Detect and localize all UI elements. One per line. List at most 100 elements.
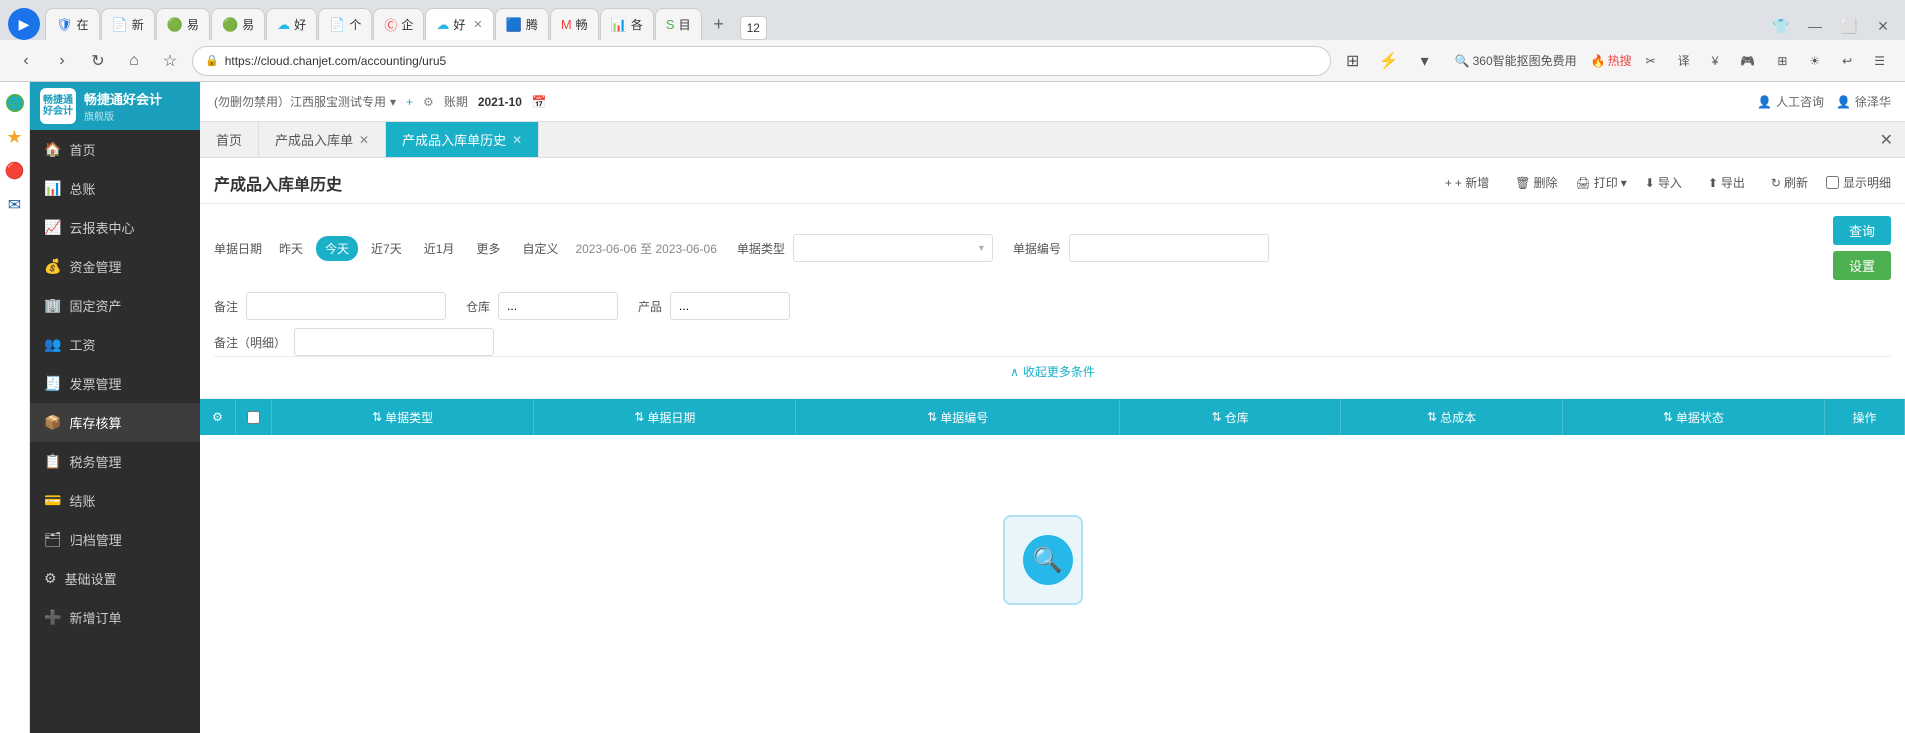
sidebar-item-reports[interactable]: 📈 云报表中心	[30, 208, 200, 247]
page-tab-list-close[interactable]: ✕	[359, 133, 369, 147]
tab-4[interactable]: 🟢 易	[211, 8, 265, 40]
extensions-button[interactable]: ⊞	[1339, 47, 1367, 75]
tab-7[interactable]: Ⓒ 企	[373, 8, 424, 40]
tab-9[interactable]: 🟦 腾	[495, 8, 549, 40]
tab-12[interactable]: S 目	[655, 8, 702, 40]
bookmark-button[interactable]: ☆	[156, 47, 184, 75]
tab-1[interactable]: 🛡 在	[45, 8, 100, 40]
print-button[interactable]: 🖨 打印 ▾	[1575, 174, 1626, 191]
sidebar-item-archive[interactable]: 🗂 归档管理	[30, 520, 200, 559]
sidebar-item-inventory[interactable]: 📦 库存核算	[30, 403, 200, 442]
forward-button[interactable]: ›	[48, 47, 76, 75]
date-today-btn[interactable]: 今天	[316, 236, 358, 261]
menu-btn[interactable]: ☰	[1866, 50, 1893, 72]
grid-btn[interactable]: ⊞	[1769, 50, 1795, 72]
show-detail-input[interactable]	[1826, 176, 1839, 189]
company-select[interactable]: (勿删勿禁用）江西服宝测试专用 ▾	[214, 93, 396, 110]
back-button[interactable]: ‹	[12, 47, 40, 75]
date-more-btn[interactable]: 更多	[467, 236, 509, 261]
sidebar-item-ledger[interactable]: 📊 总账	[30, 169, 200, 208]
scissors-btn[interactable]: ✂	[1638, 50, 1664, 72]
search-toolbar[interactable]: 🔍 360智能抠图免费用	[1447, 48, 1585, 73]
select-all-checkbox[interactable]	[247, 411, 260, 424]
theme-btn[interactable]: ☀	[1801, 50, 1828, 72]
delete-button[interactable]: 🗑 删除	[1507, 170, 1565, 195]
sidebar-item-settlement[interactable]: 💳 结账	[30, 481, 200, 520]
tab-8[interactable]: ☁ 好 ✕	[425, 8, 493, 40]
panel-close-icon[interactable]: ✕	[1880, 130, 1893, 150]
th-warehouse[interactable]: ⇅ 仓库	[1120, 399, 1341, 435]
shirt-icon[interactable]: 👕	[1767, 12, 1795, 40]
page-tab-home[interactable]: 首页	[200, 122, 259, 157]
tab-5[interactable]: ☁ 好	[266, 8, 317, 40]
query-button[interactable]: 查询	[1833, 216, 1891, 245]
sidebar-item-tax[interactable]: 📋 税务管理	[30, 442, 200, 481]
settings-topbar-icon[interactable]: ⚙	[423, 95, 434, 109]
import-button[interactable]: ⬇ 导入	[1637, 170, 1690, 195]
th-doc-num[interactable]: ⇅ 单据编号	[796, 399, 1120, 435]
export-button[interactable]: ⬆ 导出	[1700, 170, 1753, 195]
th-total-cost[interactable]: ⇅ 总成本	[1341, 399, 1562, 435]
sidebar-item-home[interactable]: 🏠 首页	[30, 130, 200, 169]
browser-nav-icon[interactable]: ▶	[8, 8, 40, 40]
show-detail-checkbox[interactable]: 显示明细	[1826, 174, 1891, 191]
remark-input[interactable]	[246, 292, 446, 320]
star-icon-item[interactable]: ★	[2, 124, 28, 150]
sidebar-item-invoice[interactable]: 🧾 发票管理	[30, 364, 200, 403]
tab-8-close[interactable]: ✕	[473, 18, 482, 31]
date-yesterday-btn[interactable]: 昨天	[270, 236, 312, 261]
refresh-page-button[interactable]: ↻ 刷新	[1763, 170, 1816, 195]
warehouse-select[interactable]: ...	[498, 292, 618, 320]
product-select[interactable]: ...	[670, 292, 790, 320]
history-btn[interactable]: ↩	[1834, 50, 1860, 72]
sidebar-item-assets[interactable]: 🏢 固定资产	[30, 286, 200, 325]
minimize-button[interactable]: —	[1801, 12, 1829, 40]
add-company-button[interactable]: +	[406, 95, 413, 109]
page-tab-list[interactable]: 产成品入库单 ✕	[259, 122, 386, 157]
lightning-button[interactable]: ⚡	[1375, 47, 1403, 75]
page-tab-history[interactable]: 产成品入库单历史 ✕	[386, 122, 539, 157]
detail-remark-input[interactable]	[294, 328, 494, 356]
translate-btn[interactable]: 译	[1670, 48, 1698, 73]
close-button[interactable]: ✕	[1869, 12, 1897, 40]
settings-search-button[interactable]: 设置	[1833, 251, 1891, 280]
th-doc-status[interactable]: ⇅ 单据状态	[1563, 399, 1825, 435]
date-custom-btn[interactable]: 自定义	[513, 236, 567, 261]
sidebar-item-new-order[interactable]: ➕ 新增订单	[30, 598, 200, 637]
user-profile[interactable]: 👤 徐泽华	[1836, 93, 1891, 110]
dropdown-button[interactable]: ▾	[1411, 47, 1439, 75]
th-doc-date[interactable]: ⇅ 单据日期	[534, 399, 796, 435]
home-button[interactable]: ⌂	[120, 47, 148, 75]
th-doc-type[interactable]: ⇅ 单据类型	[272, 399, 534, 435]
doc-num-input[interactable]	[1069, 234, 1269, 262]
maximize-button[interactable]: ⬜	[1835, 12, 1863, 40]
sidebar-item-funds[interactable]: 💰 资金管理	[30, 247, 200, 286]
page-tab-history-close[interactable]: ✕	[512, 133, 522, 147]
sidebar-item-settings[interactable]: ⚙ 基础设置	[30, 559, 200, 598]
sidebar-item-salary[interactable]: 👥 工资	[30, 325, 200, 364]
money-btn[interactable]: ¥	[1704, 50, 1727, 72]
refresh-button[interactable]: ↻	[84, 47, 112, 75]
date-7days-btn[interactable]: 近7天	[362, 236, 411, 261]
url-bar[interactable]: 🔒 https://cloud.chanjet.com/accounting/u…	[192, 46, 1331, 76]
tab-3[interactable]: 🟢 易	[156, 8, 210, 40]
tab-2[interactable]: 📄 新	[101, 8, 155, 40]
collapse-button[interactable]: ∧ 收起更多条件	[214, 356, 1891, 386]
hot-search-btn[interactable]: 🔥 热搜	[1591, 52, 1632, 69]
add-button[interactable]: + + 新增	[1437, 170, 1497, 195]
browser-icon-item[interactable]: 🌐	[2, 90, 28, 116]
mail-icon-item[interactable]: ✉	[2, 192, 28, 218]
service-btn[interactable]: 👤 人工咨询	[1757, 93, 1824, 110]
weibo-icon-item[interactable]: 🔴	[2, 158, 28, 184]
th-checkbox[interactable]	[236, 399, 272, 435]
tab-11[interactable]: 📊 各	[600, 8, 654, 40]
date-1month-btn[interactable]: 近1月	[415, 236, 464, 261]
tab-6[interactable]: 📄 个	[318, 8, 372, 40]
new-tab-button[interactable]: +	[703, 8, 735, 40]
th-settings[interactable]: ⚙	[200, 399, 236, 435]
game-btn[interactable]: 🎮	[1732, 50, 1763, 72]
tab-count[interactable]: 12	[740, 16, 767, 40]
type-select[interactable]: ▾	[793, 234, 993, 262]
tab-10[interactable]: M 畅	[550, 8, 599, 40]
calendar-icon[interactable]: 📅	[532, 95, 547, 109]
